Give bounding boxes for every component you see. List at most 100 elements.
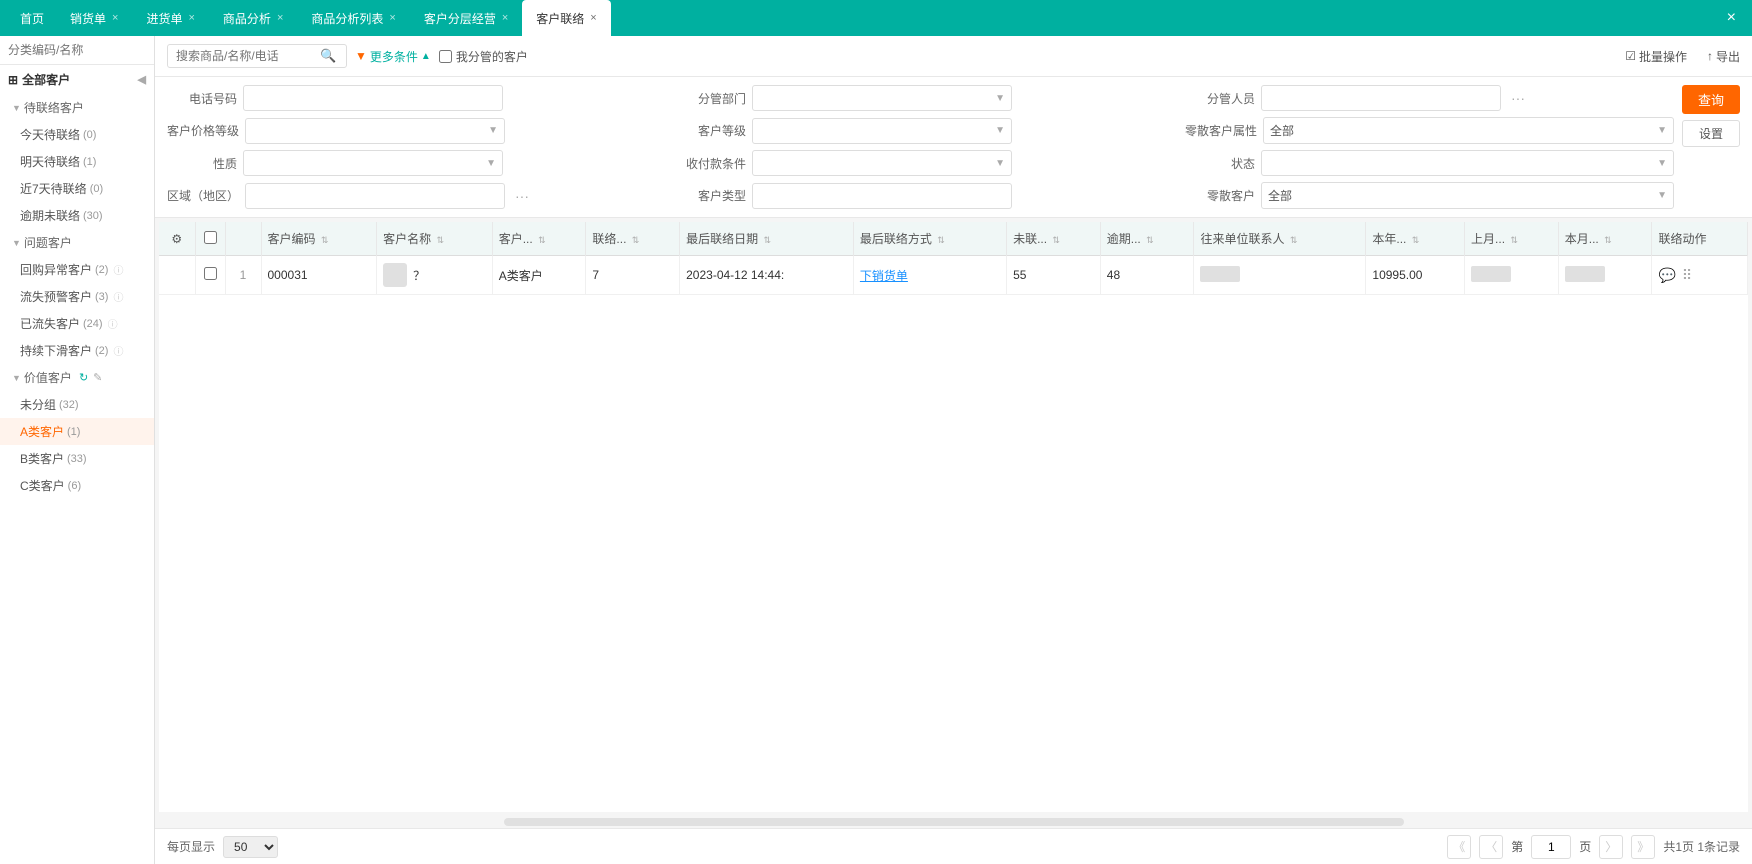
sidebar-item-7day-pending[interactable]: 近7天待联络 (0) (0, 175, 154, 202)
col-company-contact[interactable]: 往来单位联系人 ⇅ (1194, 222, 1366, 256)
sidebar-search-box[interactable]: 🔍 (0, 36, 154, 65)
col-settings[interactable]: ⚙ (159, 222, 195, 256)
col-last-contact-method[interactable]: 最后联络方式 ⇅ (853, 222, 1006, 256)
row-checkbox[interactable] (204, 267, 217, 280)
nav-tab-analysis-list-close[interactable]: × (389, 12, 395, 24)
settings-button[interactable]: 设置 (1682, 120, 1740, 147)
nav-tab-analysis-close[interactable]: × (277, 12, 283, 24)
col-last-month[interactable]: 上月... ⇅ (1465, 222, 1559, 256)
next-page-button[interactable]: 〉 (1599, 835, 1623, 859)
export-button[interactable]: ↑ 导出 (1707, 48, 1740, 65)
col-this-month[interactable]: 本月... ⇅ (1558, 222, 1652, 256)
sidebar-item-today-pending[interactable]: 今天待联络 (0) (0, 121, 154, 148)
nav-tab-customer-tier-close[interactable]: × (502, 12, 508, 24)
col-customer-name[interactable]: 客户名称 ⇅ (377, 222, 493, 256)
query-button[interactable]: 查询 (1682, 85, 1740, 114)
sort-icon-company[interactable]: ⇅ (1290, 235, 1298, 245)
close-all-button[interactable]: × (1719, 9, 1744, 27)
more-filters-button[interactable]: ▼ 更多条件 ▲ (355, 48, 431, 65)
sidebar-all-customers-header[interactable]: ⊞ 全部客户 ◀ (0, 65, 154, 94)
dept-select[interactable]: ▼ (752, 85, 1012, 111)
sidebar-search-input[interactable] (8, 43, 155, 57)
row-last-contact-method[interactable]: 下销货单 (860, 269, 908, 283)
nav-tab-purchase[interactable]: 进货单 × (132, 0, 208, 36)
nature-select[interactable]: ▼ (243, 150, 503, 176)
per-page-select[interactable]: 50 20 100 (223, 836, 278, 858)
col-customer-code[interactable]: 客户编码 ⇅ (261, 222, 377, 256)
sidebar-item-overdue-contact[interactable]: 逾期未联络 (30) (0, 202, 154, 229)
phone-input[interactable] (243, 85, 503, 111)
first-page-button[interactable]: 《 (1447, 835, 1471, 859)
col-contact-count[interactable]: 联络... ⇅ (586, 222, 680, 256)
sort-icon-year[interactable]: ⇅ (1412, 235, 1420, 245)
sort-icon-this-month[interactable]: ⇅ (1604, 235, 1612, 245)
sort-icon-name[interactable]: ⇅ (436, 235, 444, 245)
sort-icon-date[interactable]: ⇅ (763, 235, 771, 245)
search-box[interactable]: 🔍 (167, 44, 347, 68)
sort-icon-type[interactable]: ⇅ (538, 235, 546, 245)
sidebar-pending-group[interactable]: ▼ 待联络客户 (0, 94, 154, 121)
select-all-checkbox[interactable] (204, 231, 217, 244)
retail-select[interactable]: 全部▼ (1261, 182, 1674, 209)
col-last-contact-date[interactable]: 最后联络日期 ⇅ (680, 222, 854, 256)
qr-icon[interactable]: ⠿ (1682, 267, 1692, 284)
sort-icon-no-contact[interactable]: ⇅ (1052, 235, 1060, 245)
nav-tab-customer-tier[interactable]: 客户分层经营 × (410, 0, 522, 36)
sidebar-item-a-class[interactable]: A类客户 (1) (0, 418, 154, 445)
sort-icon-overdue[interactable]: ⇅ (1146, 235, 1154, 245)
refresh-icon[interactable]: ↻ (79, 371, 88, 384)
sidebar-item-tomorrow-pending[interactable]: 明天待联络 (1) (0, 148, 154, 175)
my-customers-check[interactable] (439, 50, 452, 63)
region-select[interactable] (245, 183, 505, 209)
batch-operation-button[interactable]: ☑ 批量操作 (1625, 48, 1687, 65)
status-select[interactable]: ▼ (1261, 150, 1674, 176)
nav-tab-customer-contact-close[interactable]: × (590, 12, 596, 24)
row-checkbox-cell[interactable] (195, 256, 225, 295)
nav-tab-customer-contact[interactable]: 客户联络 × (522, 0, 610, 36)
sidebar-value-group[interactable]: ▼ 价值客户 ↻ ✎ (0, 364, 154, 391)
sort-icon-last-month[interactable]: ⇅ (1510, 235, 1518, 245)
col-overdue[interactable]: 逾期... ⇅ (1100, 222, 1194, 256)
sort-icon-code[interactable]: ⇅ (321, 235, 329, 245)
price-grade-select[interactable]: ▼ (245, 118, 505, 144)
my-customers-checkbox[interactable]: 我分管的客户 (439, 48, 528, 65)
chat-icon[interactable]: 💬 (1658, 267, 1675, 284)
sidebar-problem-group[interactable]: ▼ 问题客户 (0, 229, 154, 256)
nav-tab-sales-close[interactable]: × (112, 12, 118, 24)
sort-icon-method[interactable]: ⇅ (937, 235, 945, 245)
sort-icon-contact[interactable]: ⇅ (632, 235, 640, 245)
nav-tab-purchase-close[interactable]: × (188, 12, 194, 24)
sidebar-item-churned[interactable]: 已流失客户 (24) ⓘ (0, 310, 154, 337)
filter-search-input[interactable] (176, 49, 316, 63)
customer-grade-select[interactable]: ▼ (752, 118, 1012, 144)
last-page-button[interactable]: 》 (1631, 835, 1655, 859)
prev-page-button[interactable]: 〈 (1479, 835, 1503, 859)
nav-tab-analysis-list[interactable]: 商品分析列表 × (297, 0, 409, 36)
retail-attr-select[interactable]: 全部▼ (1263, 117, 1674, 144)
collapse-icon[interactable]: ◀ (138, 73, 146, 86)
page-number-input[interactable] (1531, 835, 1571, 859)
edit-icon[interactable]: ✎ (93, 371, 102, 384)
person-select[interactable] (1261, 85, 1501, 111)
row-code-cell: 000031 (261, 256, 377, 295)
sidebar-item-declining[interactable]: 持续下滑客户 (2) ⓘ (0, 337, 154, 364)
payment-select[interactable]: ▼ (752, 150, 1012, 176)
col-customer-type[interactable]: 客户... ⇅ (492, 222, 586, 256)
sidebar-item-c-class[interactable]: C类客户 (6) (0, 472, 154, 499)
search-icon[interactable]: 🔍 (320, 48, 336, 64)
row-last-contact-method-cell[interactable]: 下销货单 (853, 256, 1006, 295)
sidebar-item-ungrouped[interactable]: 未分组 (32) (0, 391, 154, 418)
nav-tab-analysis[interactable]: 商品分析 × (209, 0, 297, 36)
col-checkbox[interactable] (195, 222, 225, 256)
col-this-year[interactable]: 本年... ⇅ (1366, 222, 1465, 256)
customer-type-select[interactable] (752, 183, 1012, 209)
col-no-contact[interactable]: 未联... ⇅ (1007, 222, 1101, 256)
region-dots-icon[interactable]: ··· (515, 188, 529, 204)
sidebar-item-churn-warning[interactable]: 流失预警客户 (3) ⓘ (0, 283, 154, 310)
nav-tab-sales[interactable]: 销货单 × (56, 0, 132, 36)
nav-tab-home[interactable]: 首页 (8, 0, 56, 36)
sidebar-item-abnormal-repurchase[interactable]: 回购异常客户 (2) ⓘ (0, 256, 154, 283)
horizontal-scrollbar[interactable] (155, 816, 1752, 828)
sidebar-item-b-class[interactable]: B类客户 (33) (0, 445, 154, 472)
person-dots-icon[interactable]: ··· (1511, 90, 1525, 106)
